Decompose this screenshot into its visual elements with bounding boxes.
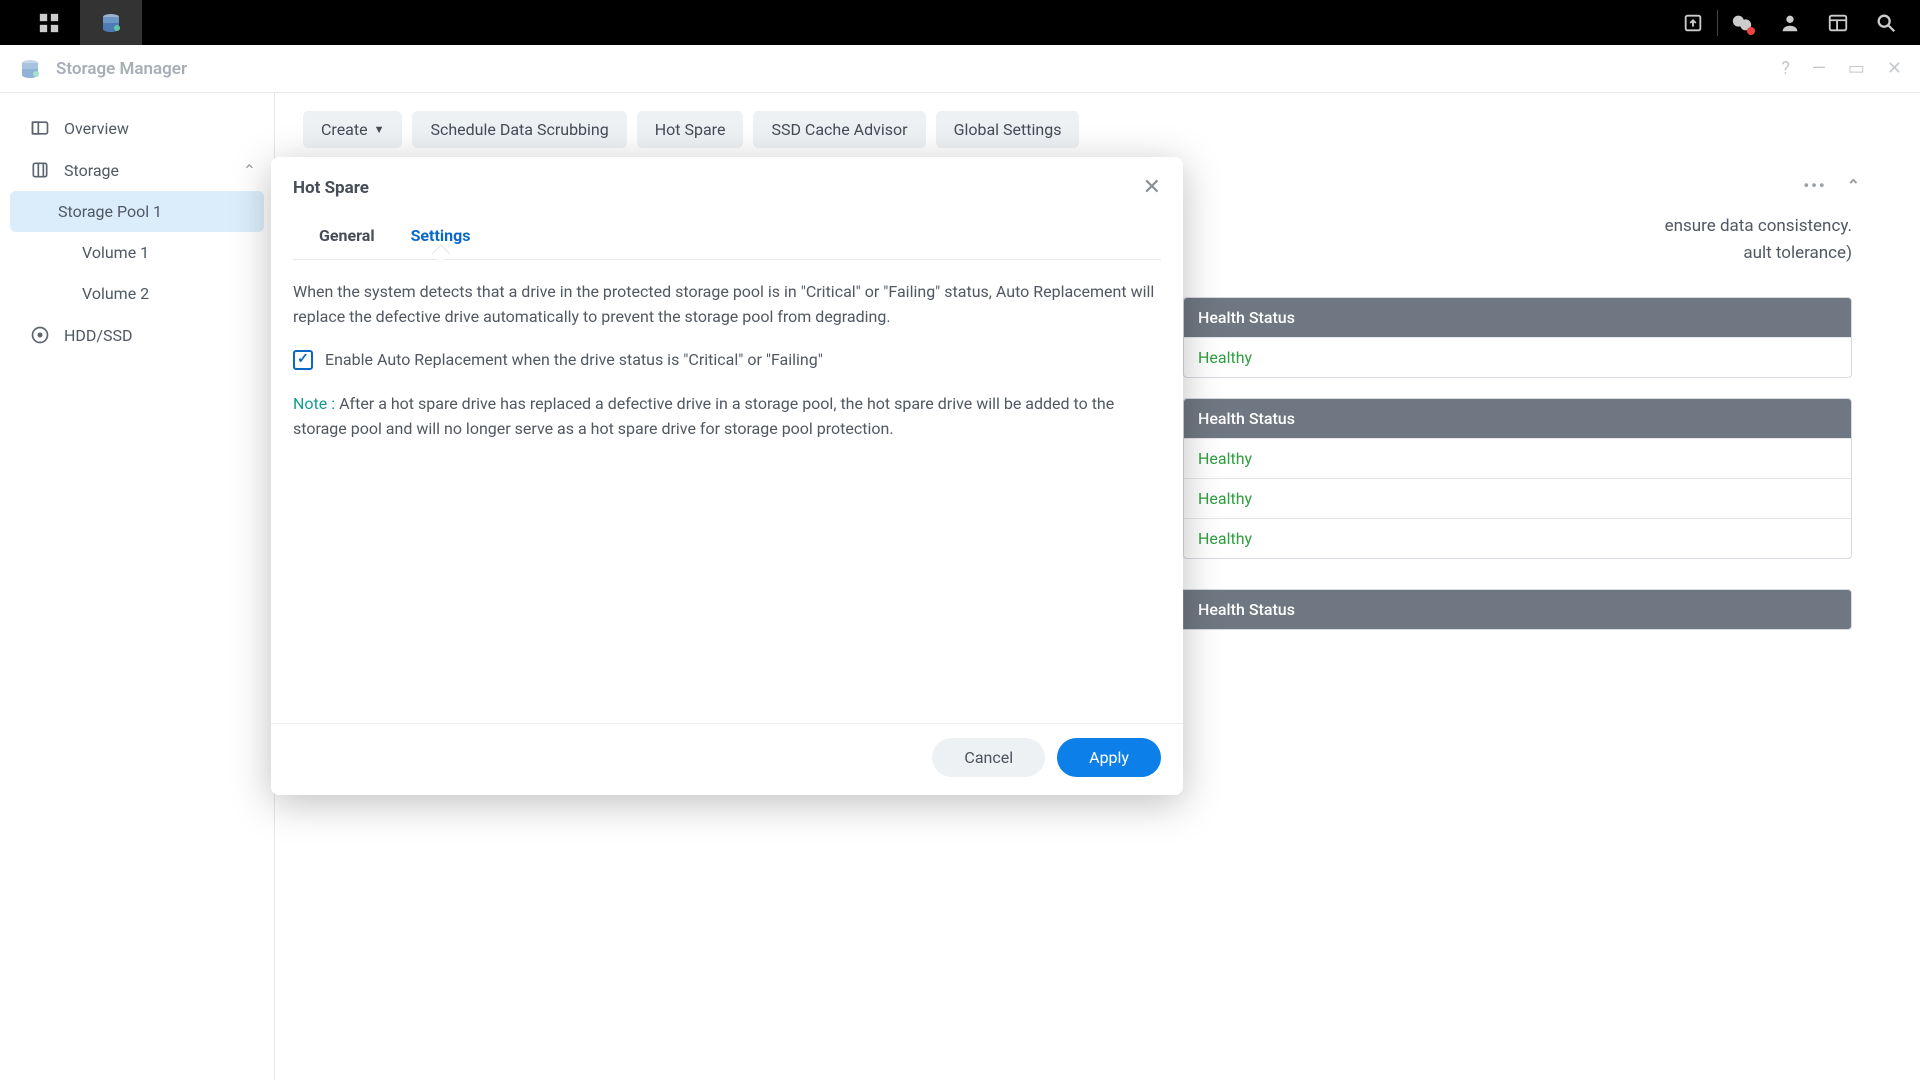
schedule-scrubbing-button[interactable]: Schedule Data Scrubbing xyxy=(412,111,626,148)
upload-icon[interactable] xyxy=(1669,0,1717,45)
sidebar-label: HDD/SSD xyxy=(64,326,133,345)
health-cell: Healthy xyxy=(1184,338,1851,377)
chevron-up-icon: ⌃ xyxy=(243,161,256,180)
sidebar-label: Storage Pool 1 xyxy=(58,202,162,221)
sidebar-item-volume-2[interactable]: Volume 2 xyxy=(0,273,274,314)
collapse-icon[interactable]: ⌃ xyxy=(1847,176,1862,195)
window-title: Storage Manager xyxy=(56,59,1781,79)
cancel-button[interactable]: Cancel xyxy=(932,738,1045,777)
tab-settings[interactable]: Settings xyxy=(407,216,475,259)
auto-replacement-checkbox[interactable]: ✓ xyxy=(293,350,313,370)
col-header-health: Health Status xyxy=(1184,298,1851,337)
health-cell: Healthy xyxy=(1184,479,1851,518)
chat-icon[interactable] xyxy=(1718,0,1766,45)
app-icon xyxy=(18,57,42,81)
sidebar-item-hdd-ssd[interactable]: HDD/SSD xyxy=(0,314,274,356)
taskbar-app-launcher[interactable] xyxy=(18,0,80,45)
sidebar-label: Volume 1 xyxy=(82,243,149,262)
help-icon[interactable]: ? xyxy=(1781,58,1790,79)
sidebar-item-storage[interactable]: Storage ⌃ xyxy=(0,149,274,191)
ssd-cache-advisor-button[interactable]: SSD Cache Advisor xyxy=(753,111,925,148)
dialog-note: Note : After a hot spare drive has repla… xyxy=(293,392,1161,442)
storage-icon xyxy=(30,160,50,180)
taskbar-storage-manager[interactable] xyxy=(80,0,142,45)
sidebar: Overview Storage ⌃ Storage Pool 1 Volume… xyxy=(0,93,275,1080)
more-menu-icon[interactable]: ••• xyxy=(1803,176,1826,195)
window-titlebar: Storage Manager ? — ▭ ✕ xyxy=(0,45,1920,93)
tab-general[interactable]: General xyxy=(315,216,379,259)
close-icon[interactable]: ✕ xyxy=(1143,175,1161,200)
health-table-1: Health Status Healthy xyxy=(1183,297,1852,378)
checkbox-label: Enable Auto Replacement when the drive s… xyxy=(325,348,823,373)
notification-dot-icon xyxy=(1747,27,1755,35)
health-cell: Healthy xyxy=(1184,439,1851,478)
caret-down-icon: ▼ xyxy=(374,123,385,136)
close-window-icon[interactable]: ✕ xyxy=(1887,58,1902,79)
hot-spare-button[interactable]: Hot Spare xyxy=(637,111,744,148)
dialog-body: When the system detects that a drive in … xyxy=(271,260,1183,723)
sidebar-item-overview[interactable]: Overview xyxy=(0,107,274,149)
overview-icon xyxy=(30,118,50,138)
system-taskbar xyxy=(0,0,1920,45)
create-button[interactable]: Create▼ xyxy=(303,111,402,148)
apply-button[interactable]: Apply xyxy=(1057,738,1161,777)
sidebar-label: Volume 2 xyxy=(82,284,149,303)
global-settings-button[interactable]: Global Settings xyxy=(936,111,1080,148)
sidebar-item-volume-1[interactable]: Volume 1 xyxy=(0,232,274,273)
minimize-icon[interactable]: — xyxy=(1812,58,1826,79)
widgets-icon[interactable] xyxy=(1814,0,1862,45)
maximize-icon[interactable]: ▭ xyxy=(1848,58,1865,79)
dialog-description: When the system detects that a drive in … xyxy=(293,280,1161,330)
toolbar: Create▼ Schedule Data Scrubbing Hot Spar… xyxy=(303,111,1892,148)
sidebar-label: Storage xyxy=(64,161,119,180)
search-icon[interactable] xyxy=(1862,0,1910,45)
sidebar-label: Overview xyxy=(64,119,129,138)
col-header-health: Health Status xyxy=(1184,590,1851,629)
hot-spare-dialog: Hot Spare ✕ General Settings When the sy… xyxy=(271,157,1183,795)
disk-icon xyxy=(30,325,50,345)
user-icon[interactable] xyxy=(1766,0,1814,45)
dialog-title: Hot Spare xyxy=(293,178,1143,198)
col-header-health: Health Status xyxy=(1184,399,1851,438)
health-table-2: Health Status Healthy Healthy Healthy xyxy=(1183,398,1852,559)
health-cell: Healthy xyxy=(1184,519,1851,558)
sidebar-item-storage-pool-1[interactable]: Storage Pool 1 xyxy=(10,191,264,232)
